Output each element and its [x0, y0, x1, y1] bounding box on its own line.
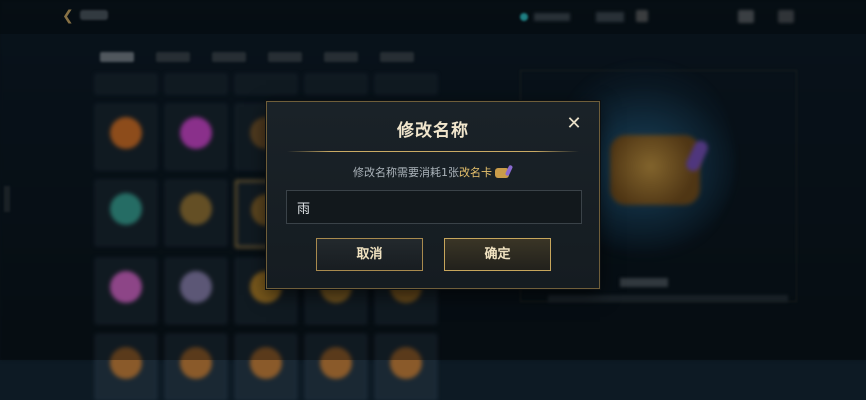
- close-icon[interactable]: ✕: [565, 115, 583, 133]
- desc-text: 修改名称需要消耗1张: [353, 166, 459, 179]
- dialog-description: 修改名称需要消耗1张改名卡: [267, 164, 599, 180]
- rename-dialog: 修改名称 ✕ 修改名称需要消耗1张改名卡 取消 确定: [266, 101, 600, 289]
- title-divider: [287, 151, 579, 152]
- cancel-button[interactable]: 取消: [316, 238, 423, 271]
- rename-card-label: 改名卡: [459, 166, 492, 179]
- rename-card-icon: [495, 164, 514, 179]
- dialog-title: 修改名称: [397, 121, 469, 141]
- confirm-button[interactable]: 确定: [444, 238, 551, 271]
- name-input[interactable]: [286, 190, 582, 224]
